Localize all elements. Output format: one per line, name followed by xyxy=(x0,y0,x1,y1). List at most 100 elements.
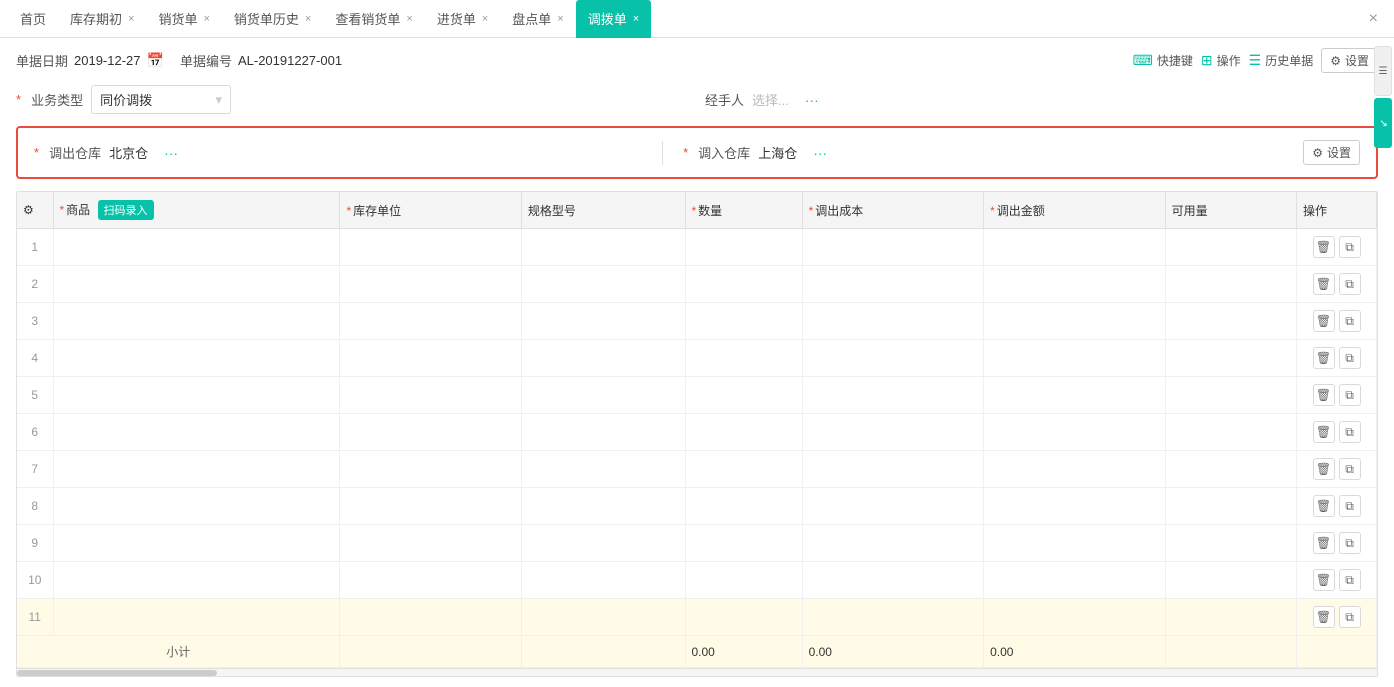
cell-quantity[interactable] xyxy=(685,562,802,599)
tab-inventory-init[interactable]: 库存期初 × xyxy=(58,0,146,38)
cell-cost[interactable] xyxy=(802,525,983,562)
cell-cost[interactable] xyxy=(802,451,983,488)
cell-amount[interactable] xyxy=(984,266,1165,303)
cell-quantity[interactable] xyxy=(685,414,802,451)
copy-row-btn[interactable]: ⧉ xyxy=(1339,421,1361,443)
cell-quantity[interactable] xyxy=(685,266,802,303)
copy-row-btn[interactable]: ⧉ xyxy=(1339,273,1361,295)
delete-row-btn[interactable]: 🗑 xyxy=(1313,384,1335,406)
cell-unit[interactable] xyxy=(340,377,521,414)
cell-unit[interactable] xyxy=(340,488,521,525)
delete-row-btn[interactable]: 🗑 xyxy=(1313,458,1335,480)
delete-row-btn[interactable]: 🗑 xyxy=(1313,532,1335,554)
cell-spec[interactable] xyxy=(521,377,685,414)
cell-spec[interactable] xyxy=(521,414,685,451)
biz-type-select[interactable]: 同价调拨 ▾ xyxy=(91,85,231,114)
cell-cost[interactable] xyxy=(802,488,983,525)
cell-spec[interactable] xyxy=(521,488,685,525)
cell-product[interactable] xyxy=(53,340,340,377)
cell-quantity[interactable] xyxy=(685,340,802,377)
cell-quantity[interactable] xyxy=(685,451,802,488)
delete-row-btn[interactable]: 🗑 xyxy=(1313,236,1335,258)
cell-amount[interactable] xyxy=(984,488,1165,525)
delete-row-btn[interactable]: 🗑 xyxy=(1313,495,1335,517)
history-action[interactable]: ☰ 历史单据 xyxy=(1249,52,1314,69)
cell-amount[interactable] xyxy=(984,414,1165,451)
delete-row-btn[interactable]: 🗑 xyxy=(1313,347,1335,369)
cell-cost[interactable] xyxy=(802,562,983,599)
horizontal-scrollbar[interactable] xyxy=(17,668,1377,676)
cell-spec[interactable] xyxy=(521,451,685,488)
copy-row-btn[interactable]: ⧉ xyxy=(1339,458,1361,480)
cell-product[interactable] xyxy=(53,451,340,488)
calendar-icon[interactable]: 📅 xyxy=(147,52,164,69)
cell-quantity[interactable] xyxy=(685,229,802,266)
cell-cost[interactable] xyxy=(802,303,983,340)
cell-product[interactable] xyxy=(53,414,340,451)
cell-quantity[interactable] xyxy=(685,377,802,414)
operations-action[interactable]: ⊞ 操作 xyxy=(1201,52,1241,69)
cell-unit[interactable] xyxy=(340,414,521,451)
cell-amount[interactable] xyxy=(984,229,1165,266)
copy-row-btn[interactable]: ⧉ xyxy=(1339,236,1361,258)
tab-purchase-order[interactable]: 进货单 × xyxy=(425,0,500,38)
cell-quantity[interactable] xyxy=(685,525,802,562)
cell-unit[interactable] xyxy=(340,229,521,266)
cell-cost[interactable] xyxy=(802,414,983,451)
cell-spec[interactable] xyxy=(521,562,685,599)
cell-amount[interactable] xyxy=(984,340,1165,377)
cell-product[interactable] xyxy=(53,266,340,303)
cell-amount[interactable] xyxy=(984,451,1165,488)
delete-row-btn[interactable]: 🗑 xyxy=(1313,273,1335,295)
tab-view-sales[interactable]: 查看销货单 × xyxy=(323,0,424,38)
cell-quantity-11[interactable] xyxy=(685,599,802,636)
cell-unit[interactable] xyxy=(340,266,521,303)
cell-spec[interactable] xyxy=(521,303,685,340)
cell-cost-11[interactable] xyxy=(802,599,983,636)
copy-row-btn[interactable]: ⧉ xyxy=(1339,569,1361,591)
cell-amount[interactable] xyxy=(984,377,1165,414)
handler-input[interactable]: 选择... xyxy=(752,90,789,109)
cell-unit[interactable] xyxy=(340,303,521,340)
cell-cost[interactable] xyxy=(802,340,983,377)
cell-amount[interactable] xyxy=(984,562,1165,599)
tab-transfer-order-close[interactable]: × xyxy=(633,13,639,25)
scan-btn[interactable]: 扫码录入 xyxy=(98,200,154,220)
cell-product[interactable] xyxy=(53,525,340,562)
cell-product[interactable] xyxy=(53,488,340,525)
cell-amount[interactable] xyxy=(984,525,1165,562)
warehouse-out-ellipsis[interactable]: ··· xyxy=(164,145,178,161)
copy-row-btn[interactable]: ⧉ xyxy=(1339,606,1361,628)
cell-unit[interactable] xyxy=(340,451,521,488)
cell-spec[interactable] xyxy=(521,266,685,303)
cell-unit[interactable] xyxy=(340,562,521,599)
tab-inventory-check-close[interactable]: × xyxy=(557,13,563,25)
cell-amount[interactable] xyxy=(984,303,1165,340)
tab-home[interactable]: 首页 xyxy=(8,0,58,38)
col-settings[interactable]: ⚙ xyxy=(17,192,53,229)
cell-cost[interactable] xyxy=(802,229,983,266)
sidebar-list-btn[interactable]: ☰ xyxy=(1374,46,1392,96)
delete-row-btn[interactable]: 🗑 xyxy=(1313,310,1335,332)
cell-cost[interactable] xyxy=(802,266,983,303)
cell-cost[interactable] xyxy=(802,377,983,414)
cell-spec-11[interactable] xyxy=(521,599,685,636)
cell-quantity[interactable] xyxy=(685,488,802,525)
cell-product[interactable] xyxy=(53,303,340,340)
tab-inventory-check[interactable]: 盘点单 × xyxy=(500,0,575,38)
delete-row-btn[interactable]: 🗑 xyxy=(1313,421,1335,443)
copy-row-btn[interactable]: ⧉ xyxy=(1339,532,1361,554)
cell-unit[interactable] xyxy=(340,525,521,562)
warehouse-in-ellipsis[interactable]: ··· xyxy=(813,145,827,161)
settings-button[interactable]: ⚙ 设置 xyxy=(1321,48,1378,73)
tab-sales-order[interactable]: 销货单 × xyxy=(146,0,221,38)
tab-sales-order-close[interactable]: × xyxy=(203,13,209,25)
tab-sales-history[interactable]: 销货单历史 × xyxy=(222,0,323,38)
tab-view-sales-close[interactable]: × xyxy=(406,13,412,25)
tab-purchase-order-close[interactable]: × xyxy=(482,13,488,25)
cell-product-11[interactable] xyxy=(53,599,340,636)
copy-row-btn[interactable]: ⧉ xyxy=(1339,347,1361,369)
copy-row-btn[interactable]: ⧉ xyxy=(1339,495,1361,517)
tab-inventory-init-close[interactable]: × xyxy=(128,13,134,25)
cell-product[interactable] xyxy=(53,562,340,599)
